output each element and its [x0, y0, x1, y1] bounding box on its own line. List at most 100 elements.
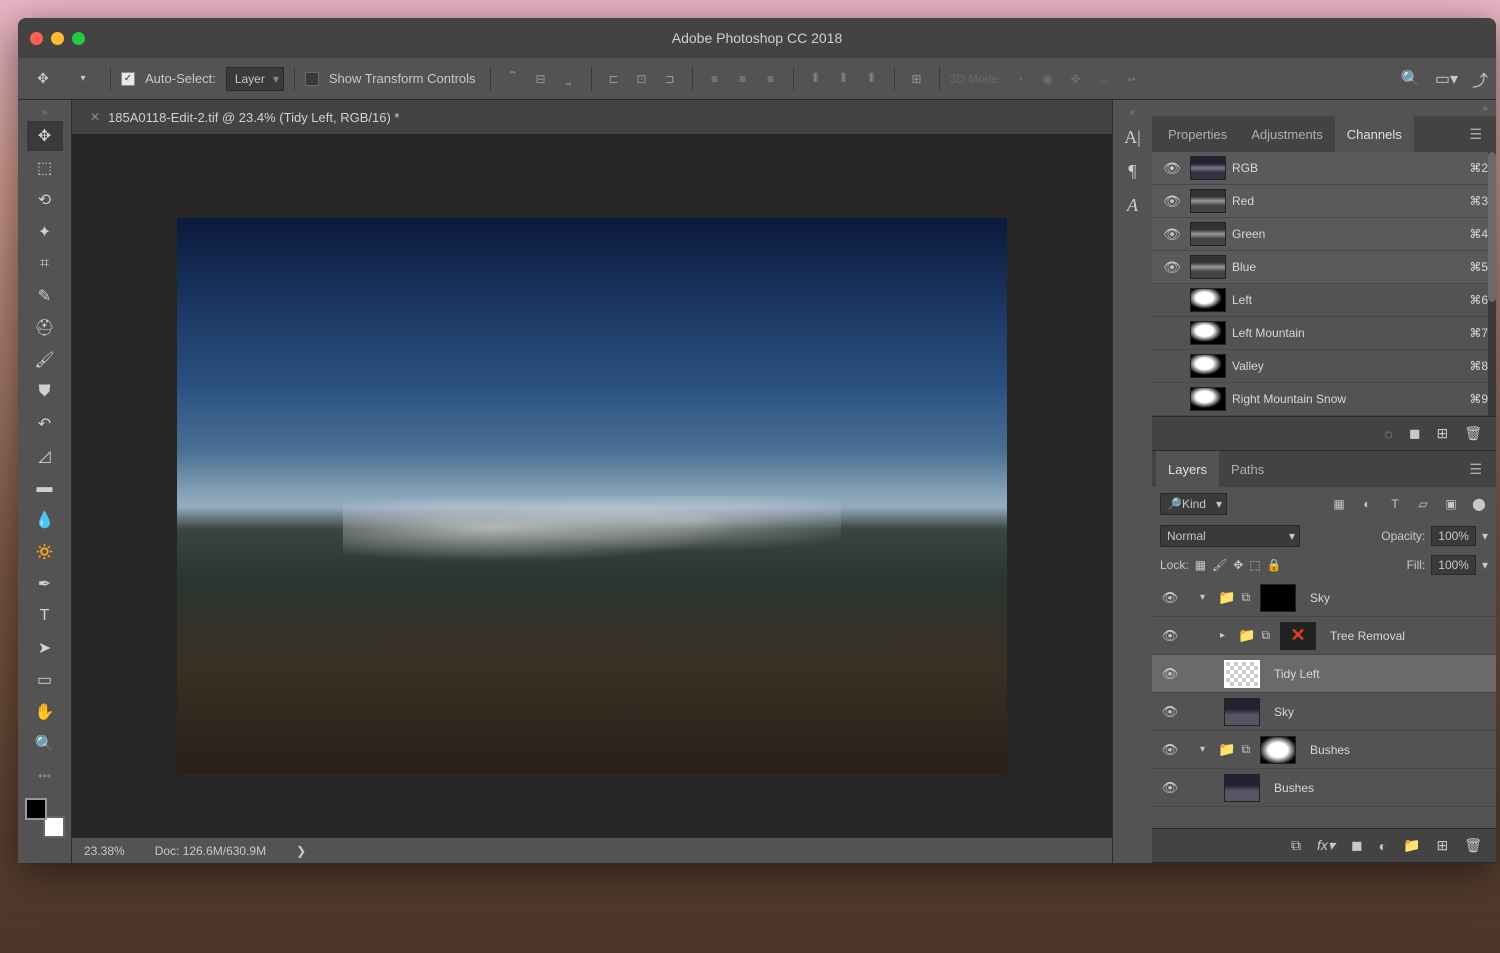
- filter-toggle-icon[interactable]: ⬤: [1470, 495, 1488, 513]
- character-icon[interactable]: A|: [1118, 120, 1148, 154]
- move-tool-icon[interactable]: ✥: [26, 65, 60, 93]
- quick-select-tool[interactable]: ✦: [27, 217, 63, 247]
- align-bottom-icon[interactable]: ⎵: [557, 67, 581, 91]
- delete-channel-icon[interactable]: 🗑: [1464, 425, 1482, 442]
- save-selection-icon[interactable]: ◼: [1409, 425, 1421, 442]
- tab-channels[interactable]: Channels: [1335, 116, 1414, 152]
- visibility-icon[interactable]: 👁: [1160, 193, 1184, 210]
- align-left-icon[interactable]: ⊏: [602, 67, 626, 91]
- 3d-roll-icon[interactable]: ◉: [1036, 67, 1060, 91]
- link-layers-icon[interactable]: ⧉: [1291, 837, 1301, 854]
- dist-right-icon[interactable]: ⦀: [860, 67, 884, 91]
- tab-paths[interactable]: Paths: [1219, 451, 1276, 487]
- blend-mode-dropdown[interactable]: Normal: [1160, 525, 1300, 547]
- auto-select-dropdown[interactable]: Layer: [226, 67, 284, 91]
- visibility-icon[interactable]: 👁: [1160, 259, 1184, 276]
- tab-properties[interactable]: Properties: [1156, 116, 1239, 152]
- eyedropper-tool[interactable]: ✎: [27, 281, 63, 311]
- doc-info[interactable]: Doc: 126.6M/630.9M: [155, 844, 266, 858]
- channel-row[interactable]: Left⌘6: [1152, 284, 1496, 317]
- adjustment-layer-icon[interactable]: ◐: [1379, 838, 1387, 854]
- channels-panel-menu-icon[interactable]: ☰: [1459, 126, 1492, 143]
- opacity-dropdown-icon[interactable]: ▾: [1482, 529, 1488, 543]
- channels-scrollbar[interactable]: [1488, 152, 1496, 416]
- canvas-viewport[interactable]: [72, 134, 1112, 837]
- new-channel-icon[interactable]: ⊞: [1436, 425, 1448, 442]
- lock-transparent-icon[interactable]: ▦: [1195, 558, 1206, 572]
- 3d-pan-icon[interactable]: ✥: [1064, 67, 1088, 91]
- lock-artboard-icon[interactable]: ⬚: [1249, 558, 1260, 572]
- color-swatches[interactable]: [25, 798, 65, 838]
- maximize-button[interactable]: [72, 32, 85, 45]
- toolbar-expand-icon[interactable]: »: [18, 104, 71, 120]
- layer-mask-icon[interactable]: ◼: [1351, 837, 1363, 854]
- lock-position-icon[interactable]: ✥: [1233, 558, 1243, 572]
- layers-panel-menu-icon[interactable]: ☰: [1459, 461, 1492, 478]
- document-tab[interactable]: ✕ 185A0118-Edit-2.tif @ 23.4% (Tidy Left…: [78, 100, 411, 134]
- align-vcenter-icon[interactable]: ⊟: [529, 67, 553, 91]
- filter-image-icon[interactable]: ▦: [1330, 495, 1348, 513]
- 3d-orbit-icon[interactable]: ◔: [1008, 67, 1032, 91]
- history-brush-tool[interactable]: ↶: [27, 409, 63, 439]
- minimize-button[interactable]: [51, 32, 64, 45]
- tab-layers[interactable]: Layers: [1156, 451, 1219, 487]
- filter-adjust-icon[interactable]: ◐: [1358, 495, 1376, 513]
- auto-align-icon[interactable]: ⊞: [905, 67, 929, 91]
- canvas[interactable]: [177, 218, 1007, 774]
- layer-row[interactable]: 👁Sky: [1152, 693, 1496, 731]
- channel-row[interactable]: 👁Blue⌘5: [1152, 251, 1496, 284]
- move-tool[interactable]: ✥: [27, 121, 63, 151]
- blur-tool[interactable]: 💧: [27, 505, 63, 535]
- foreground-swatch[interactable]: [25, 798, 47, 820]
- expand-icon[interactable]: ▸: [1220, 630, 1232, 641]
- path-select-tool[interactable]: ➤: [27, 633, 63, 663]
- filter-kind-dropdown[interactable]: 🔎Kind: [1160, 493, 1227, 515]
- edit-toolbar-icon[interactable]: •••: [27, 761, 63, 791]
- collapsed-expand-icon[interactable]: «: [1113, 104, 1153, 120]
- layer-row[interactable]: 👁▾📁⧉Sky: [1152, 579, 1496, 617]
- align-hcenter-icon[interactable]: ⊡: [630, 67, 654, 91]
- tab-adjustments[interactable]: Adjustments: [1239, 116, 1335, 152]
- visibility-icon[interactable]: 👁: [1160, 226, 1184, 243]
- dist-top-icon[interactable]: ≡: [703, 67, 727, 91]
- panel-collapse-icon[interactable]: »: [1152, 100, 1496, 116]
- gradient-tool[interactable]: ▬: [27, 473, 63, 503]
- visibility-icon[interactable]: 👁: [1160, 590, 1180, 606]
- zoom-tool[interactable]: 🔍: [27, 729, 63, 759]
- crop-tool[interactable]: ⌗: [27, 249, 63, 279]
- align-right-icon[interactable]: ⊐: [658, 67, 682, 91]
- expand-icon[interactable]: ▾: [1200, 744, 1212, 755]
- close-button[interactable]: [30, 32, 43, 45]
- channel-row[interactable]: 👁RGB⌘2: [1152, 152, 1496, 185]
- visibility-icon[interactable]: 👁: [1160, 628, 1180, 644]
- search-icon[interactable]: 🔍: [1401, 69, 1421, 89]
- stamp-tool[interactable]: ⛊: [27, 377, 63, 407]
- marquee-tool[interactable]: ⬚: [27, 153, 63, 183]
- channel-row[interactable]: 👁Red⌘3: [1152, 185, 1496, 218]
- dodge-tool[interactable]: 🔅: [27, 537, 63, 567]
- new-group-icon[interactable]: 📁: [1403, 837, 1420, 854]
- layer-row[interactable]: 👁▾📁⧉Bushes: [1152, 731, 1496, 769]
- delete-layer-icon[interactable]: 🗑: [1464, 837, 1482, 854]
- tool-preset-dropdown[interactable]: ▾: [66, 65, 100, 93]
- align-top-icon[interactable]: ⎴: [501, 67, 525, 91]
- zoom-status[interactable]: 23.38%: [84, 844, 125, 858]
- dist-bottom-icon[interactable]: ≡: [759, 67, 783, 91]
- 3d-camera-icon[interactable]: ▪•: [1120, 67, 1144, 91]
- visibility-icon[interactable]: 👁: [1160, 666, 1180, 682]
- auto-select-checkbox[interactable]: ✓: [121, 72, 135, 86]
- layer-style-icon[interactable]: fx▾: [1317, 837, 1335, 854]
- layer-row[interactable]: 👁Bushes: [1152, 769, 1496, 807]
- eraser-tool[interactable]: ◿: [27, 441, 63, 471]
- dist-hcenter-icon[interactable]: ⦀: [832, 67, 856, 91]
- show-transform-checkbox[interactable]: [305, 72, 319, 86]
- dist-left-icon[interactable]: ⦀: [804, 67, 828, 91]
- channel-row[interactable]: Left Mountain⌘7: [1152, 317, 1496, 350]
- lasso-tool[interactable]: ⟲: [27, 185, 63, 215]
- share-icon[interactable]: ⤴: [1472, 67, 1488, 91]
- healing-tool[interactable]: ⛑: [27, 313, 63, 343]
- pen-tool[interactable]: ✒: [27, 569, 63, 599]
- load-selection-icon[interactable]: ◌: [1385, 426, 1393, 442]
- hand-tool[interactable]: ✋: [27, 697, 63, 727]
- layer-row[interactable]: 👁▸📁⧉Tree Removal: [1152, 617, 1496, 655]
